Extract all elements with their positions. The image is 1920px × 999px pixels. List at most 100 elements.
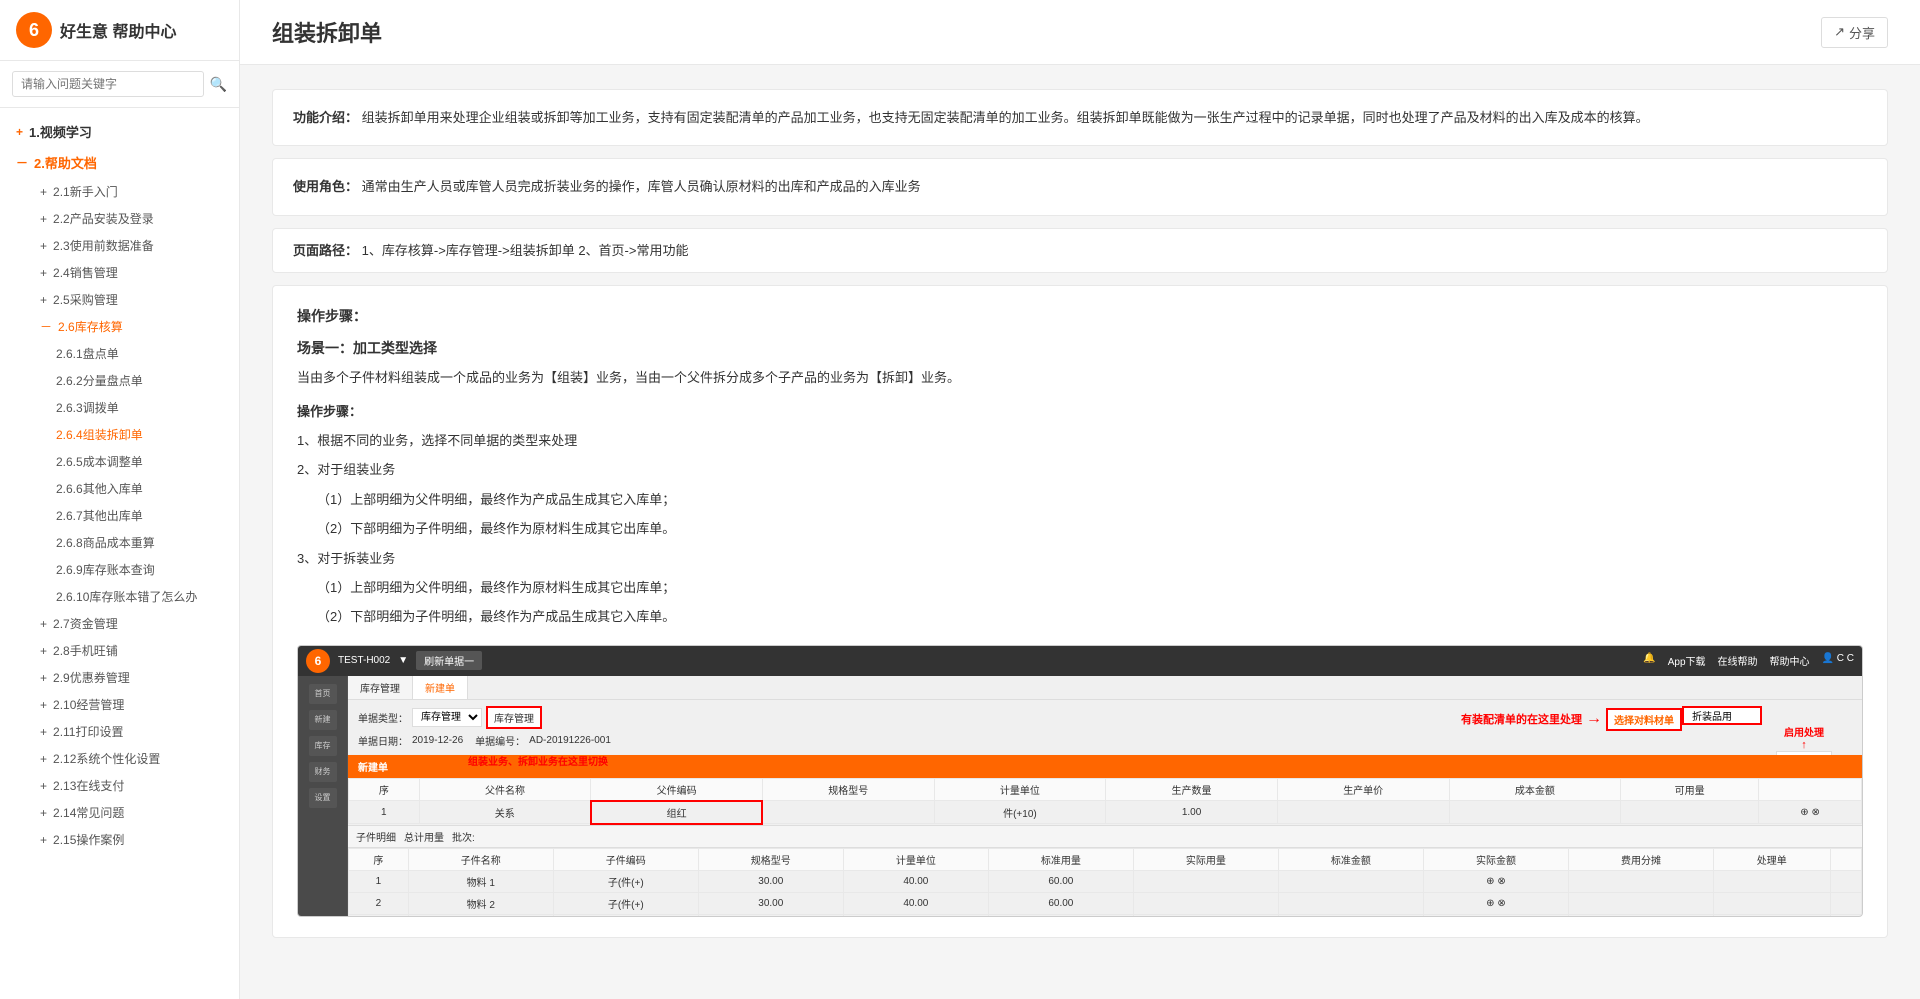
- table-row: 1 物料 1 子(件(+) 30.00 40.00 60.00 ⊕ ⊗: [349, 870, 1862, 892]
- sidebar-item-print[interactable]: + 2.11打印设置: [32, 718, 239, 745]
- ss-lower-wrap: 子件明细 总计用量 批次: 序 子件名称 子件编码: [348, 825, 1862, 916]
- intro-card: 功能介绍： 组装拆卸单用来处理企业组装或拆卸等加工业务，支持有固定装配清单的产品…: [272, 89, 1888, 146]
- sidebar-header: 6 好生意 帮助中心: [0, 0, 239, 61]
- role-label: 使用角色：: [293, 179, 358, 194]
- minus-icon: －: [40, 318, 52, 335]
- sidebar-item-purchase[interactable]: + 2.5采购管理: [32, 286, 239, 313]
- ss-red-input[interactable]: [1682, 706, 1762, 725]
- label: 2.6.6其他入库单: [56, 480, 143, 497]
- ss-tab-new: 新建单: [413, 676, 468, 699]
- ss-tabs: 库存管理 新建单: [348, 676, 1862, 700]
- nav-sub-inventory: 2.6.1盘点单 2.6.2分量盘点单 2.6.3调拨单 2.6.4组装拆卸单 …: [32, 340, 239, 610]
- ss-nav-home: 首页: [309, 684, 337, 704]
- sidebar-item-inventory[interactable]: － 2.6库存核算: [32, 313, 239, 340]
- ss-nav-fin: 财务: [309, 762, 337, 782]
- path-card: 页面路径： 1、库存核算->库存管理->组装拆卸单 2、首页->常用功能: [272, 228, 1888, 273]
- sidebar-item-online-pay[interactable]: + 2.13在线支付: [32, 772, 239, 799]
- label: 2.6.4组装拆卸单: [56, 426, 143, 443]
- annotation-5: ↑ 无固定清单可以组给在这里录入: [468, 912, 608, 916]
- plus-icon: +: [40, 671, 47, 685]
- ss-type-annotated: 库存管理: [486, 706, 542, 729]
- plus-icon: +: [40, 185, 47, 199]
- ss-content: 库存管理 新建单 单据类型： 库存管理: [348, 676, 1862, 916]
- ss-left-nav: 首页 新建 库存 财务 设置: [298, 676, 348, 916]
- label: 2.6.5成本调整单: [56, 453, 143, 470]
- step2-1: （1）上部明细为父件明细，最终作为产成品生成其它入库单；: [297, 488, 1863, 511]
- sidebar-item-account-wrong[interactable]: 2.6.10库存账本错了怎么办: [48, 583, 239, 610]
- collapse-icon: －: [16, 154, 28, 171]
- nav-sub-docs: + 2.1新手入门 + 2.2产品安装及登录 + 2.3使用前数据准备 + 2.…: [0, 178, 239, 853]
- ss-lower-table: 序 子件名称 子件编码 规格型号 计量单位 标准用量 实际用量 标准金额 实际金: [348, 848, 1862, 916]
- sidebar-item-assembly[interactable]: 2.6.4组装拆卸单: [48, 421, 239, 448]
- plus-icon: +: [40, 806, 47, 820]
- sidebar-item-other-out[interactable]: 2.6.7其他出库单: [48, 502, 239, 529]
- sidebar-item-cost-calc[interactable]: 2.6.8商品成本重算: [48, 529, 239, 556]
- ss-form-left: 单据类型： 库存管理 库存管理 单据日期： 2019-12-26 单据编: [358, 706, 611, 748]
- nav-tree: + 1.视频学习 － 2.帮助文档 + 2.1新手入门 + 2.2产品安装及登录…: [0, 108, 239, 999]
- ss-main-area: 首页 新建 库存 财务 设置 库存管理 新建单: [298, 676, 1862, 916]
- ss-upper-table-wrap: 序 父件名称 父件编码 规格型号 计量单位 生产数量 生产单价 成本金额 可用量: [348, 778, 1862, 825]
- ss-type-select[interactable]: 库存管理: [412, 708, 482, 727]
- sidebar-item-stocktake[interactable]: 2.6.1盘点单: [48, 340, 239, 367]
- sidebar-item-cost-adjust[interactable]: 2.6.5成本调整单: [48, 448, 239, 475]
- search-button[interactable]: 🔍: [210, 76, 227, 93]
- intro-text: 组装拆卸单用来处理企业组装或拆卸等加工业务，支持有固定装配清单的产品加工业务，也…: [362, 110, 1649, 125]
- label: 2.12系统个性化设置: [53, 750, 160, 767]
- sidebar-item-videos[interactable]: + 1.视频学习: [0, 116, 239, 147]
- annotation-4: 组装业务、拆卸业务在这里切换: [468, 753, 608, 768]
- content-area: 功能介绍： 组装拆卸单用来处理企业组装或拆卸等加工业务，支持有固定装配清单的产品…: [240, 65, 1920, 999]
- plus-icon: +: [40, 833, 47, 847]
- role-card: 使用角色： 通常由生产人员或库管人员完成折装业务的操作，库管人员确认原材料的出库…: [272, 158, 1888, 215]
- ss-nav-inv: 库存: [309, 736, 337, 756]
- search-box: 🔍: [0, 61, 239, 108]
- ss-topnav: 6 TEST-H002 ▼ 刷新单据一 🔔 App下载 在线帮助 帮助中心 👤 …: [298, 646, 1862, 676]
- th-qty: 生产数量: [1106, 778, 1278, 801]
- ss-company: TEST-H002: [338, 655, 390, 666]
- path-label: 页面路径：: [293, 243, 358, 258]
- sidebar-item-finance[interactable]: + 2.7资金管理: [32, 610, 239, 637]
- th-parent-code: 父件编码: [591, 778, 763, 801]
- main-header: 组装拆卸单 ↗ 分享: [240, 0, 1920, 65]
- intro-label: 功能介绍：: [293, 110, 358, 125]
- label: 2.6.3调拨单: [56, 399, 119, 416]
- sidebar-item-docs[interactable]: － 2.帮助文档: [0, 147, 239, 178]
- label: 2.15操作案例: [53, 831, 124, 848]
- sidebar-item-install[interactable]: + 2.2产品安装及登录: [32, 205, 239, 232]
- screenshot-mockup: 6 TEST-H002 ▼ 刷新单据一 🔔 App下载 在线帮助 帮助中心 👤 …: [297, 645, 1863, 917]
- sidebar-item-custom[interactable]: + 2.12系统个性化设置: [32, 745, 239, 772]
- th-parent-name: 父件名称: [419, 778, 591, 801]
- ops-title: 操作步骤：: [297, 306, 1863, 326]
- sidebar-item-split-stocktake[interactable]: 2.6.2分量盘点单: [48, 367, 239, 394]
- label: 2.13在线支付: [53, 777, 124, 794]
- sidebar-item-faq[interactable]: + 2.14常见问题: [32, 799, 239, 826]
- plus-icon: +: [40, 752, 47, 766]
- plus-icon: +: [40, 266, 47, 280]
- annotation-1: 有装配清单的在这里处理 → 选择对料材单: [1461, 708, 1682, 731]
- th-action: [1759, 778, 1862, 801]
- sidebar-item-other-in[interactable]: 2.6.6其他入库单: [48, 475, 239, 502]
- sidebar-item-transfer[interactable]: 2.6.3调拨单: [48, 394, 239, 421]
- ss-red-input-container: [1682, 706, 1762, 725]
- plus-icon: +: [40, 725, 47, 739]
- search-input[interactable]: [12, 71, 204, 97]
- label: 2.5采购管理: [53, 291, 118, 308]
- sidebar-item-data-prep[interactable]: + 2.3使用前数据准备: [32, 232, 239, 259]
- path-text: 1、库存核算->库存管理->组装拆卸单 2、首页->常用功能: [362, 243, 689, 258]
- sidebar-item-cases[interactable]: + 2.15操作案例: [32, 826, 239, 853]
- sidebar-item-label: 1.视频学习: [29, 122, 92, 141]
- th-spec: 规格型号: [762, 778, 934, 801]
- th-unit: 计量单位: [934, 778, 1106, 801]
- share-button[interactable]: ↗ 分享: [1821, 17, 1888, 48]
- sidebar-item-sales[interactable]: + 2.4销售管理: [32, 259, 239, 286]
- label: 2.6.7其他出库单: [56, 507, 143, 524]
- sidebar-item-new-user[interactable]: + 2.1新手入门: [32, 178, 239, 205]
- sidebar-item-mobile[interactable]: + 2.8手机旺铺: [32, 637, 239, 664]
- label: 2.6.2分量盘点单: [56, 372, 143, 389]
- th-seq: 序: [349, 778, 420, 801]
- sidebar-item-coupon[interactable]: + 2.9优惠券管理: [32, 664, 239, 691]
- sidebar-item-stock-query[interactable]: 2.6.9库存账本查询: [48, 556, 239, 583]
- sidebar-item-ops[interactable]: + 2.10经营管理: [32, 691, 239, 718]
- step2-2: （2）下部明细为子件明细，最终作为原材料生成其它出库单。: [297, 517, 1863, 540]
- th-price: 生产单价: [1277, 778, 1449, 801]
- label: 2.6库存核算: [58, 318, 123, 335]
